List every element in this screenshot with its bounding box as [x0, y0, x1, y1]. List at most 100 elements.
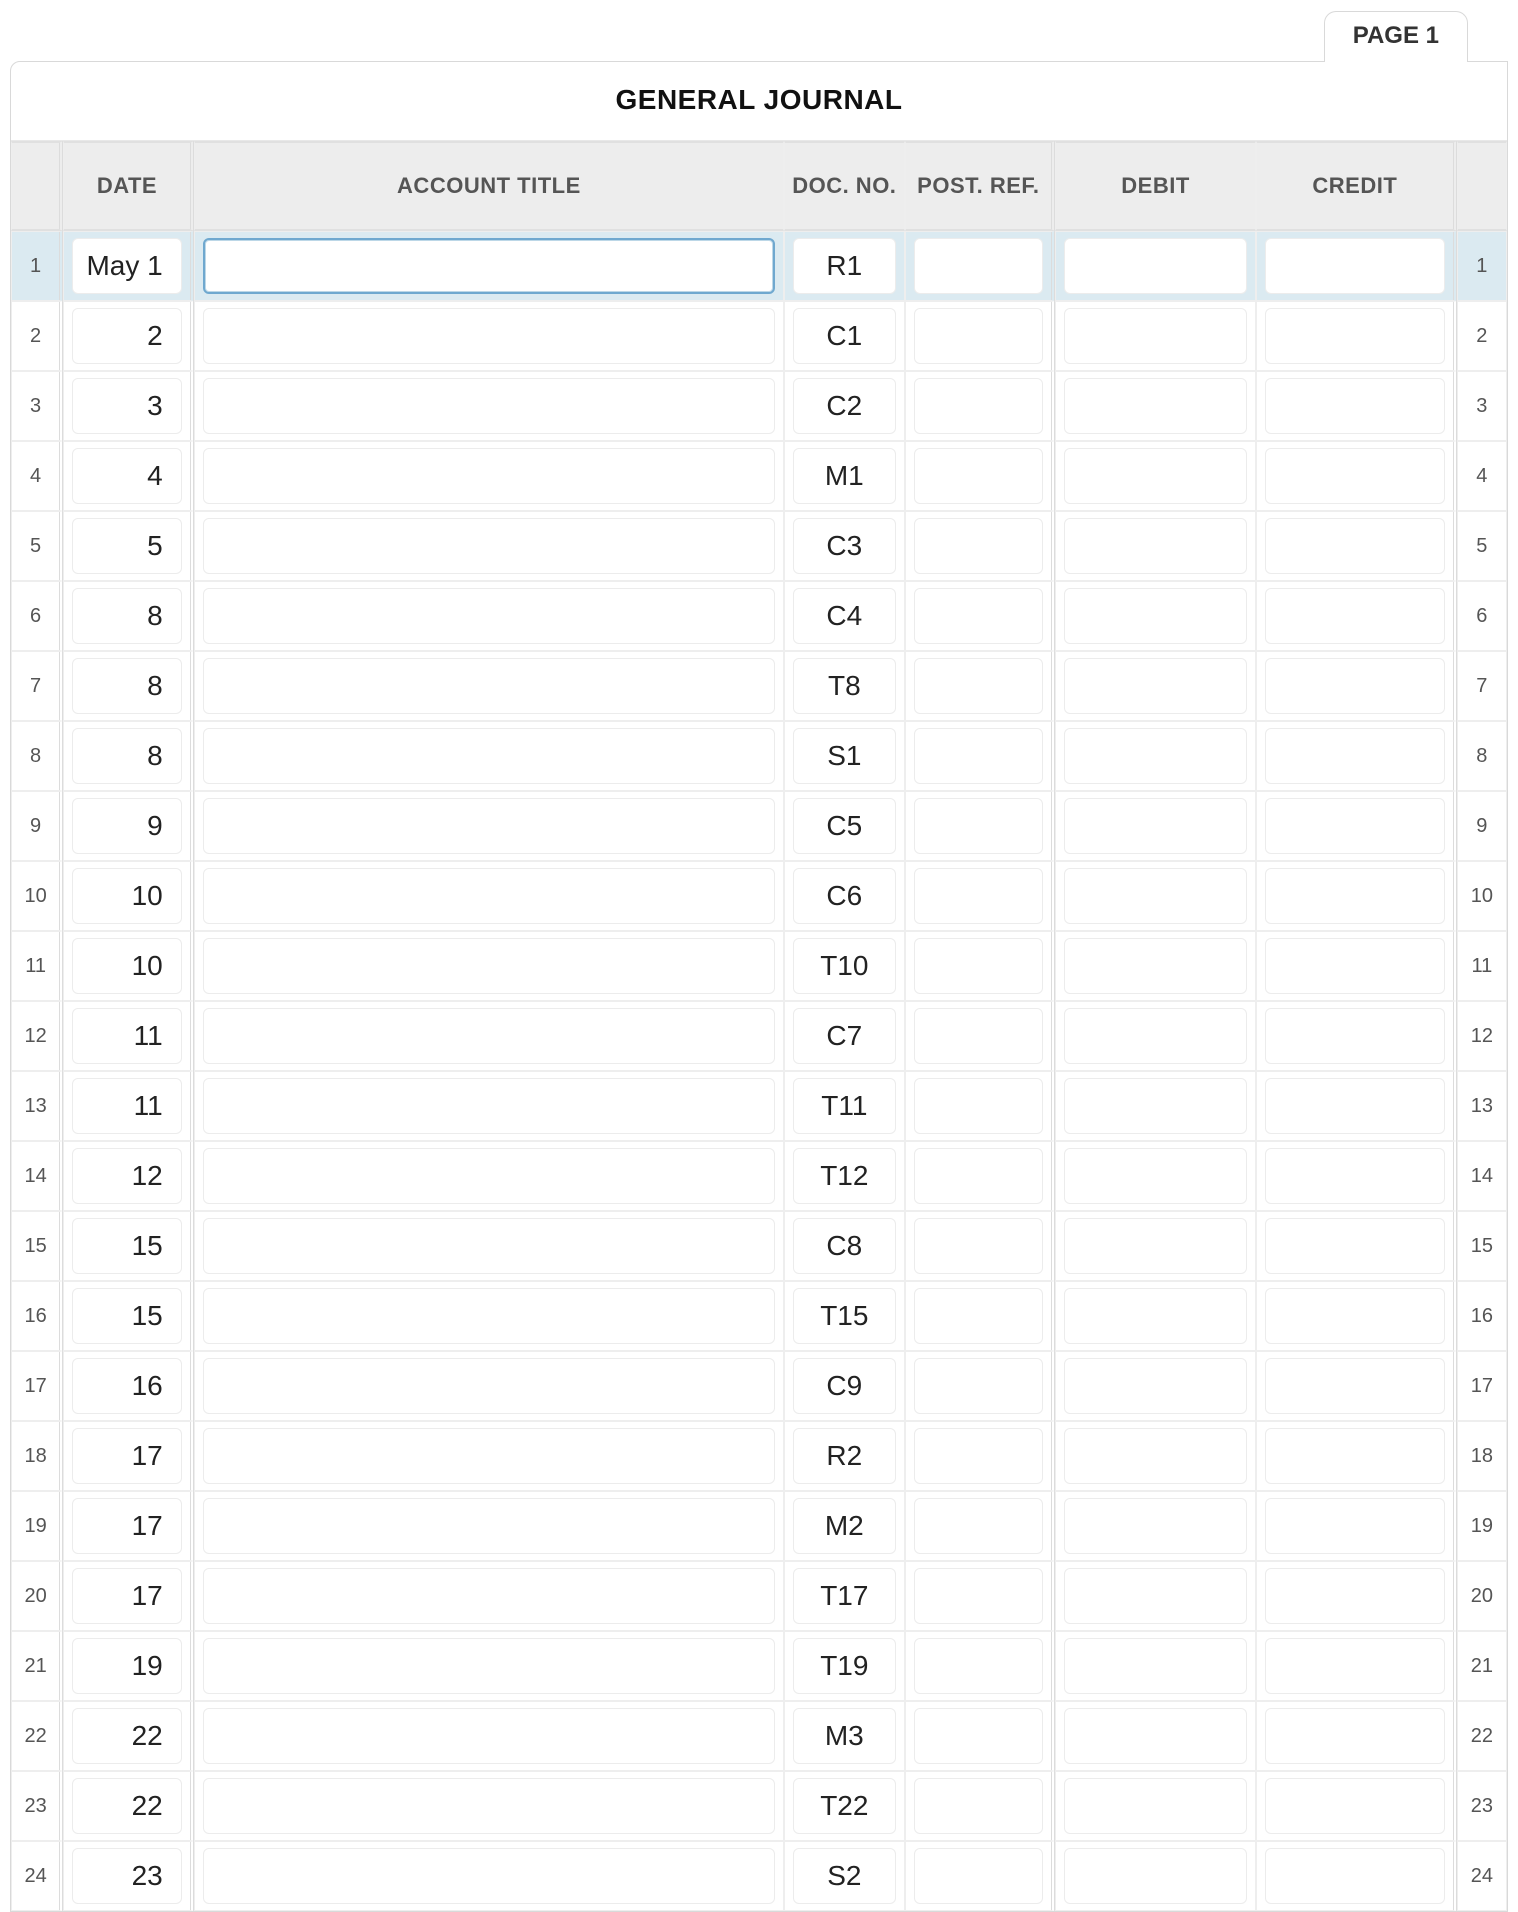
doc-no-cell[interactable]: S2 — [784, 1841, 904, 1911]
post-ref-cell[interactable] — [905, 791, 1056, 861]
credit-cell[interactable] — [1256, 581, 1457, 651]
debit-cell[interactable] — [1055, 231, 1256, 301]
doc-no-cell[interactable]: M3 — [784, 1701, 904, 1771]
debit-cell[interactable] — [1055, 371, 1256, 441]
account-title-cell[interactable] — [194, 1701, 784, 1771]
debit-cell[interactable] — [1055, 1001, 1256, 1071]
credit-cell[interactable] — [1256, 1561, 1457, 1631]
account-title-cell[interactable] — [194, 651, 784, 721]
account-title-cell[interactable] — [194, 791, 784, 861]
post-ref-cell[interactable] — [905, 581, 1056, 651]
doc-no-cell[interactable]: T8 — [784, 651, 904, 721]
credit-cell[interactable] — [1256, 1211, 1457, 1281]
doc-no-cell[interactable]: T11 — [784, 1071, 904, 1141]
account-title-cell[interactable] — [194, 1491, 784, 1561]
debit-cell[interactable] — [1055, 581, 1256, 651]
date-cell[interactable]: 15 — [63, 1211, 194, 1281]
credit-cell[interactable] — [1256, 1421, 1457, 1491]
tab-page-1[interactable]: PAGE 1 — [1324, 11, 1468, 62]
date-cell[interactable]: May 1 — [63, 231, 194, 301]
date-cell[interactable]: 16 — [63, 1351, 194, 1421]
credit-cell[interactable] — [1256, 1491, 1457, 1561]
debit-cell[interactable] — [1055, 861, 1256, 931]
credit-cell[interactable] — [1256, 441, 1457, 511]
account-title-cell[interactable] — [194, 1281, 784, 1351]
post-ref-cell[interactable] — [905, 1281, 1056, 1351]
date-cell[interactable]: 22 — [63, 1701, 194, 1771]
date-cell[interactable]: 12 — [63, 1141, 194, 1211]
credit-cell[interactable] — [1256, 1141, 1457, 1211]
doc-no-cell[interactable]: T17 — [784, 1561, 904, 1631]
account-title-cell[interactable] — [194, 581, 784, 651]
post-ref-cell[interactable] — [905, 1421, 1056, 1491]
debit-cell[interactable] — [1055, 1841, 1256, 1911]
date-cell[interactable]: 10 — [63, 931, 194, 1001]
date-cell[interactable]: 17 — [63, 1421, 194, 1491]
debit-cell[interactable] — [1055, 1491, 1256, 1561]
date-cell[interactable]: 2 — [63, 301, 194, 371]
doc-no-cell[interactable]: T10 — [784, 931, 904, 1001]
post-ref-cell[interactable] — [905, 301, 1056, 371]
post-ref-cell[interactable] — [905, 1701, 1056, 1771]
account-title-cell[interactable] — [194, 1841, 784, 1911]
doc-no-cell[interactable]: C2 — [784, 371, 904, 441]
post-ref-cell[interactable] — [905, 1071, 1056, 1141]
account-title-cell[interactable] — [194, 721, 784, 791]
doc-no-cell[interactable]: T19 — [784, 1631, 904, 1701]
account-title-cell[interactable] — [194, 1351, 784, 1421]
doc-no-cell[interactable]: R2 — [784, 1421, 904, 1491]
debit-cell[interactable] — [1055, 1281, 1256, 1351]
post-ref-cell[interactable] — [905, 1491, 1056, 1561]
credit-cell[interactable] — [1256, 1631, 1457, 1701]
debit-cell[interactable] — [1055, 931, 1256, 1001]
doc-no-cell[interactable]: T15 — [784, 1281, 904, 1351]
account-title-cell[interactable] — [194, 931, 784, 1001]
debit-cell[interactable] — [1055, 1351, 1256, 1421]
post-ref-cell[interactable] — [905, 861, 1056, 931]
date-cell[interactable]: 9 — [63, 791, 194, 861]
credit-cell[interactable] — [1256, 651, 1457, 721]
debit-cell[interactable] — [1055, 1141, 1256, 1211]
account-title-cell[interactable] — [194, 1071, 784, 1141]
credit-cell[interactable] — [1256, 511, 1457, 581]
account-title-cell[interactable] — [194, 861, 784, 931]
doc-no-cell[interactable]: C5 — [784, 791, 904, 861]
debit-cell[interactable] — [1055, 1561, 1256, 1631]
doc-no-cell[interactable]: C1 — [784, 301, 904, 371]
post-ref-cell[interactable] — [905, 1631, 1056, 1701]
debit-cell[interactable] — [1055, 1701, 1256, 1771]
date-cell[interactable]: 3 — [63, 371, 194, 441]
account-title-cell[interactable] — [194, 441, 784, 511]
debit-cell[interactable] — [1055, 1071, 1256, 1141]
account-title-cell[interactable] — [194, 301, 784, 371]
debit-cell[interactable] — [1055, 511, 1256, 581]
post-ref-cell[interactable] — [905, 371, 1056, 441]
date-cell[interactable]: 22 — [63, 1771, 194, 1841]
debit-cell[interactable] — [1055, 1421, 1256, 1491]
date-cell[interactable]: 4 — [63, 441, 194, 511]
date-cell[interactable]: 11 — [63, 1001, 194, 1071]
post-ref-cell[interactable] — [905, 231, 1056, 301]
date-cell[interactable]: 19 — [63, 1631, 194, 1701]
credit-cell[interactable] — [1256, 1701, 1457, 1771]
account-title-cell[interactable] — [194, 1421, 784, 1491]
date-cell[interactable]: 5 — [63, 511, 194, 581]
account-title-cell[interactable] — [194, 1771, 784, 1841]
post-ref-cell[interactable] — [905, 1001, 1056, 1071]
debit-cell[interactable] — [1055, 1211, 1256, 1281]
account-title-cell[interactable] — [194, 1561, 784, 1631]
credit-cell[interactable] — [1256, 1351, 1457, 1421]
date-cell[interactable]: 17 — [63, 1561, 194, 1631]
doc-no-cell[interactable]: M2 — [784, 1491, 904, 1561]
account-title-cell[interactable] — [194, 1001, 784, 1071]
date-cell[interactable]: 8 — [63, 721, 194, 791]
post-ref-cell[interactable] — [905, 931, 1056, 1001]
credit-cell[interactable] — [1256, 1281, 1457, 1351]
credit-cell[interactable] — [1256, 931, 1457, 1001]
debit-cell[interactable] — [1055, 441, 1256, 511]
post-ref-cell[interactable] — [905, 441, 1056, 511]
account-title-cell[interactable] — [194, 371, 784, 441]
account-title-cell[interactable] — [194, 511, 784, 581]
credit-cell[interactable] — [1256, 861, 1457, 931]
post-ref-cell[interactable] — [905, 1211, 1056, 1281]
